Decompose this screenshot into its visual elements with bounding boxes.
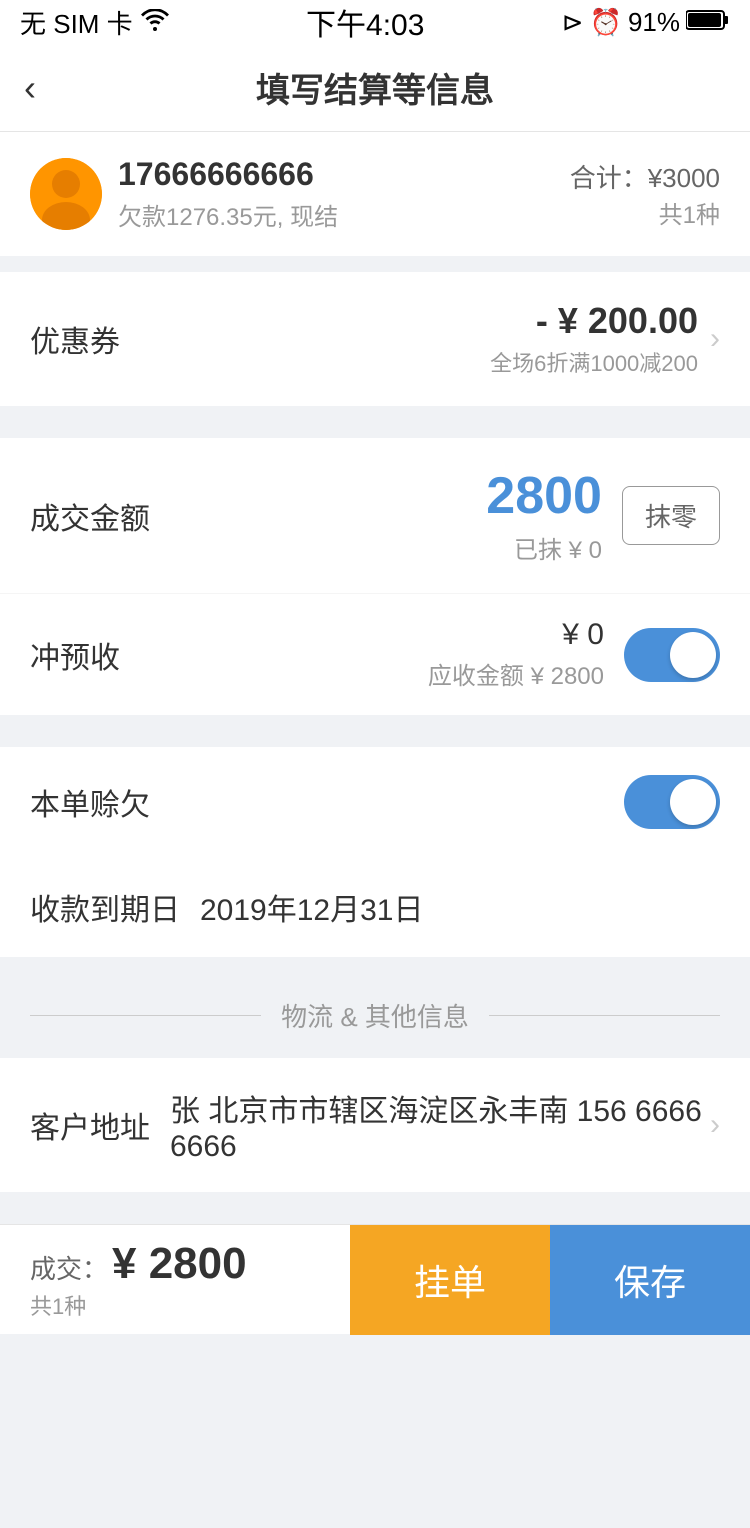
prepay-toggle[interactable] [624,628,720,682]
coupon-row[interactable]: 优惠券 - ¥ 200.00 全场6折满1000减200 › [0,272,750,406]
bottom-total-count: 共1种 [30,1289,320,1321]
coupon-info: - ¥ 200.00 全场6折满1000减200 [490,300,698,378]
due-date-row: 收款到期日 2019年12月31日 [0,857,750,957]
prepay-row: 冲预收 ¥ 0 应收金额 ¥ 2800 [0,594,750,715]
customer-debt: 欠款1276.35元, 现结 [118,197,338,232]
coupon-desc: 全场6折满1000减200 [490,346,698,378]
alarm-icon: ⏰ [590,7,622,38]
sim-text: 无 SIM 卡 [20,4,133,41]
bottom-total: 成交： ¥ 2800 共1种 [0,1239,350,1321]
total-label: 合计：¥3000 [570,158,720,195]
amount-zeroed: 已抹 ¥ 0 [486,530,602,565]
prepay-receivable: 应收金额 ¥ 2800 [428,656,604,691]
chevron-right-icon: › [710,322,720,356]
debt-label: 本单赊欠 [30,780,150,824]
battery-icon [686,7,730,38]
status-right: ⊳ ⏰ 91% [562,7,730,38]
coupon-label: 优惠券 [30,317,120,361]
address-chevron-icon: › [710,1108,720,1142]
hold-order-button[interactable]: 挂单 [350,1225,550,1335]
address-value: 张 北京市市辖区海淀区永丰南 156 6666 6666 [170,1086,710,1164]
amount-label: 成交金额 [30,494,150,538]
prepay-values: ¥ 0 应收金额 ¥ 2800 [428,618,604,691]
prepay-right: ¥ 0 应收金额 ¥ 2800 [428,618,720,691]
address-label: 客户地址 [30,1103,150,1147]
customer-card: 17666666666 欠款1276.35元, 现结 合计：¥3000 共1种 [0,132,750,256]
debt-row: 本单赊欠 [0,747,750,857]
round-zero-button[interactable]: 抹零 [622,486,720,545]
address-row[interactable]: 客户地址 张 北京市市辖区海淀区永丰南 156 6666 6666 › [0,1058,750,1192]
logistics-text: 物流 & 其他信息 [281,997,469,1034]
debt-toggle[interactable] [624,775,720,829]
coupon-discount: - ¥ 200.00 [490,300,698,342]
transaction-section: 成交金额 2800 已抹 ¥ 0 抹零 冲预收 ¥ 0 应收金额 ¥ 2800 [0,438,750,715]
customer-total: 合计：¥3000 共1种 [570,158,720,230]
prepay-label: 冲预收 [30,633,120,677]
due-date-value: 2019年12月31日 [200,885,423,929]
due-date-label: 收款到期日 [30,885,180,929]
divider-line-right [489,1015,720,1016]
section-divider-2 [0,731,750,747]
bottom-total-label: 成交： [30,1249,108,1286]
prepay-amount: ¥ 0 [428,618,604,652]
total-count: 共1种 [570,195,720,230]
bottom-total-label-row: 成交： ¥ 2800 [30,1239,320,1289]
nav-bar: ‹ 填写结算等信息 [0,44,750,132]
toggle-knob [670,632,716,678]
amount-row: 成交金额 2800 已抹 ¥ 0 抹零 [0,438,750,594]
avatar [30,158,102,230]
debt-toggle-knob [670,779,716,825]
wifi-icon [141,7,169,38]
save-label: 保存 [614,1254,686,1306]
bottom-total-amount: ¥ 2800 [112,1239,247,1289]
page-title: 填写结算等信息 [256,63,494,112]
amount-value-wrap: 2800 已抹 ¥ 0 [486,466,602,565]
divider-line-left [30,1015,261,1016]
battery-text: 91% [628,7,680,38]
status-time: 下午4:03 [306,0,424,44]
section-divider-1 [0,422,750,438]
customer-info: 17666666666 欠款1276.35元, 现结 [118,156,338,232]
debt-section: 本单赊欠 收款到期日 2019年12月31日 [0,747,750,957]
status-left: 无 SIM 卡 [20,4,169,41]
amount-right: 2800 已抹 ¥ 0 抹零 [486,466,720,565]
customer-left: 17666666666 欠款1276.35元, 现结 [30,156,338,232]
location-icon: ⊳ [562,7,584,38]
customer-phone: 17666666666 [118,156,338,193]
amount-value: 2800 [486,466,602,526]
save-button[interactable]: 保存 [550,1225,750,1335]
back-button[interactable]: ‹ [24,67,36,109]
bottom-bar: 成交： ¥ 2800 共1种 挂单 保存 [0,1224,750,1334]
coupon-right: - ¥ 200.00 全场6折满1000减200 › [490,300,720,378]
hold-order-label: 挂单 [414,1254,486,1306]
logistics-divider: 物流 & 其他信息 [0,973,750,1058]
status-bar: 无 SIM 卡 下午4:03 ⊳ ⏰ 91% [0,0,750,44]
